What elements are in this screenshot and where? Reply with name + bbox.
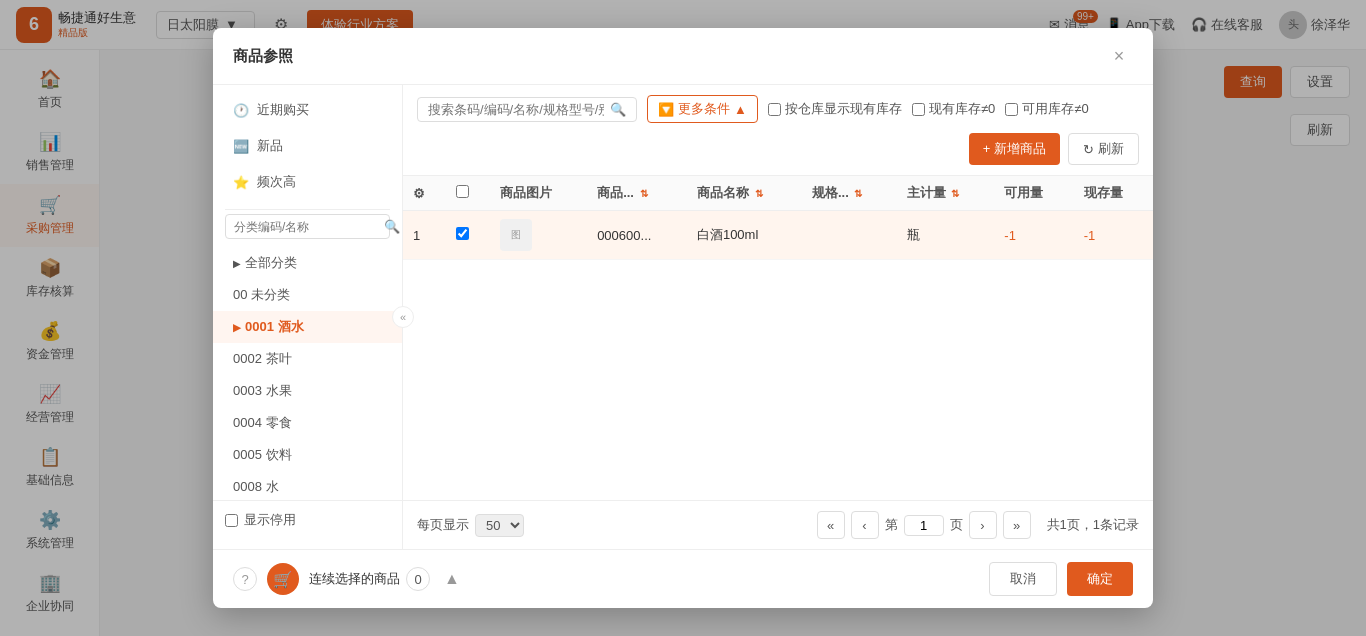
col-stock: 现存量 — [1074, 176, 1153, 211]
page-controls: « ‹ 第 页 › » 共1页，1条记录 — [817, 511, 1139, 539]
current-stock-checkbox-label[interactable]: 现有库存≠0 — [912, 100, 995, 118]
category-uncategorized[interactable]: 00 未分类 — [213, 279, 402, 311]
confirm-button[interactable]: 确定 — [1067, 562, 1133, 596]
select-all-checkbox[interactable] — [456, 185, 469, 198]
row-stock: -1 — [1074, 211, 1153, 260]
category-tea[interactable]: 0002 茶叶 — [213, 343, 402, 375]
cart-button[interactable]: 🛒 — [267, 563, 299, 595]
filter-button[interactable]: 🔽 更多条件 ▲ — [647, 95, 758, 123]
dialog-title: 商品参照 — [233, 47, 293, 66]
category-all[interactable]: ▶ 全部分类 — [213, 247, 402, 279]
table-header-row: ⚙ 商品图片 商品... ⇅ 商品名称 ⇅ — [403, 176, 1153, 211]
left-panel-top: 🕐 近期购买 🆕 新品 ⭐ 频次高 — [213, 95, 402, 197]
page-number-input[interactable] — [904, 515, 944, 536]
col-image: 商品图片 — [490, 176, 587, 211]
category-list: ▶ 全部分类 00 未分类 ▶ 0001 酒水 0002 茶叶 0003 水果 — [213, 247, 402, 500]
col-name[interactable]: 商品名称 ⇅ — [687, 176, 802, 211]
filter-arrow-icon: ▲ — [734, 102, 747, 117]
pagination: 每页显示 50 « ‹ 第 页 › » 共1页，1条记录 — [403, 500, 1153, 549]
row-checkbox-cell[interactable] — [446, 211, 490, 260]
next-page-button[interactable]: › — [969, 511, 997, 539]
footer-buttons: 取消 确定 — [989, 562, 1133, 596]
spec-sort-icon: ⇅ — [854, 188, 862, 199]
add-product-button[interactable]: + 新增商品 — [969, 133, 1060, 165]
product-table: ⚙ 商品图片 商品... ⇅ 商品名称 ⇅ — [403, 176, 1153, 260]
row-unit: 瓶 — [897, 211, 995, 260]
col-spec[interactable]: 规格... ⇅ — [802, 176, 897, 211]
recent-buy-icon: 🕐 — [233, 103, 249, 118]
product-search-input[interactable] — [428, 102, 604, 117]
unit-sort-icon: ⇅ — [951, 188, 959, 199]
footer-collapse-icon[interactable]: ▲ — [444, 570, 460, 588]
dialog-toolbar: 🔍 🔽 更多条件 ▲ 按仓库显示现有库存 现有库存≠0 — [403, 85, 1153, 176]
col-unit[interactable]: 主计量 ⇅ — [897, 176, 995, 211]
col-checkbox — [446, 176, 490, 211]
selected-count: 0 — [406, 567, 430, 591]
new-product-item[interactable]: 🆕 新品 — [225, 131, 390, 161]
page-summary: 共1页，1条记录 — [1047, 516, 1139, 534]
product-search-box[interactable]: 🔍 — [417, 97, 637, 122]
dialog-body: « 🕐 近期购买 🆕 新品 ⭐ 频次高 — [213, 85, 1153, 549]
col-code[interactable]: 商品... ⇅ — [587, 176, 687, 211]
current-stock-checkbox[interactable] — [912, 103, 925, 116]
category-snacks[interactable]: 0004 零食 — [213, 407, 402, 439]
category-search-box[interactable]: 🔍 — [225, 214, 390, 239]
first-page-button[interactable]: « — [817, 511, 845, 539]
category-alcohol[interactable]: ▶ 0001 酒水 — [213, 311, 402, 343]
table-row[interactable]: 1 图 000600... 白酒100ml 瓶 -1 -1 — [403, 211, 1153, 260]
product-reference-dialog: 商品参照 × « 🕐 近期购买 🆕 新品 ⭐ — [213, 28, 1153, 608]
recent-buy-item[interactable]: 🕐 近期购买 — [225, 95, 390, 125]
continuous-select: 连续选择的商品 0 — [309, 567, 430, 591]
collapse-toggle[interactable]: « — [392, 306, 414, 328]
all-arrow-icon: ▶ — [233, 258, 241, 269]
show-disabled-checkbox[interactable] — [225, 514, 238, 527]
high-freq-icon: ⭐ — [233, 175, 249, 190]
help-button[interactable]: ? — [233, 567, 257, 591]
row-name: 白酒100ml — [687, 211, 802, 260]
show-disabled-section: 显示停用 — [213, 500, 402, 539]
category-fruit[interactable]: 0003 水果 — [213, 375, 402, 407]
row-checkbox[interactable] — [456, 227, 469, 240]
col-settings[interactable]: ⚙ — [403, 176, 446, 211]
overlay: 商品参照 × « 🕐 近期购买 🆕 新品 ⭐ — [0, 0, 1366, 636]
toolbar-right: + 新增商品 ↻ 刷新 — [969, 133, 1139, 165]
warehouse-checkbox-label[interactable]: 按仓库显示现有库存 — [768, 100, 902, 118]
category-water[interactable]: 0008 水 — [213, 471, 402, 500]
product-search-icon[interactable]: 🔍 — [610, 102, 626, 117]
cancel-button[interactable]: 取消 — [989, 562, 1057, 596]
right-panel: 🔍 🔽 更多条件 ▲ 按仓库显示现有库存 现有库存≠0 — [403, 85, 1153, 549]
dialog-header: 商品参照 × — [213, 28, 1153, 85]
available-stock-checkbox-label[interactable]: 可用库存≠0 — [1005, 100, 1088, 118]
refresh-icon: ↻ — [1083, 142, 1094, 157]
row-spec — [802, 211, 897, 260]
prev-page-button[interactable]: ‹ — [851, 511, 879, 539]
dialog-footer: ? 🛒 连续选择的商品 0 ▲ 取消 确定 — [213, 549, 1153, 608]
left-panel: « 🕐 近期购买 🆕 新品 ⭐ 频次高 — [213, 85, 403, 549]
row-seq: 1 — [403, 211, 446, 260]
product-image: 图 — [500, 219, 532, 251]
per-page-selector: 每页显示 50 — [417, 514, 524, 537]
row-code: 000600... — [587, 211, 687, 260]
category-search-icon[interactable]: 🔍 — [384, 219, 400, 234]
row-available: -1 — [994, 211, 1073, 260]
left-divider — [225, 209, 390, 210]
new-product-icon: 🆕 — [233, 139, 249, 154]
name-sort-icon: ⇅ — [755, 188, 763, 199]
refresh-dialog-button[interactable]: ↻ 刷新 — [1068, 133, 1139, 165]
code-sort-icon: ⇅ — [640, 188, 648, 199]
category-search-input[interactable] — [234, 220, 384, 234]
warehouse-checkbox[interactable] — [768, 103, 781, 116]
close-button[interactable]: × — [1105, 42, 1133, 70]
alcohol-arrow-icon: ▶ — [233, 322, 241, 333]
row-image-cell: 图 — [490, 211, 587, 260]
per-page-select[interactable]: 50 — [475, 514, 524, 537]
available-stock-checkbox[interactable] — [1005, 103, 1018, 116]
high-freq-item[interactable]: ⭐ 频次高 — [225, 167, 390, 197]
last-page-button[interactable]: » — [1003, 511, 1031, 539]
col-available: 可用量 — [994, 176, 1073, 211]
product-table-container: ⚙ 商品图片 商品... ⇅ 商品名称 ⇅ — [403, 176, 1153, 500]
category-drinks[interactable]: 0005 饮料 — [213, 439, 402, 471]
